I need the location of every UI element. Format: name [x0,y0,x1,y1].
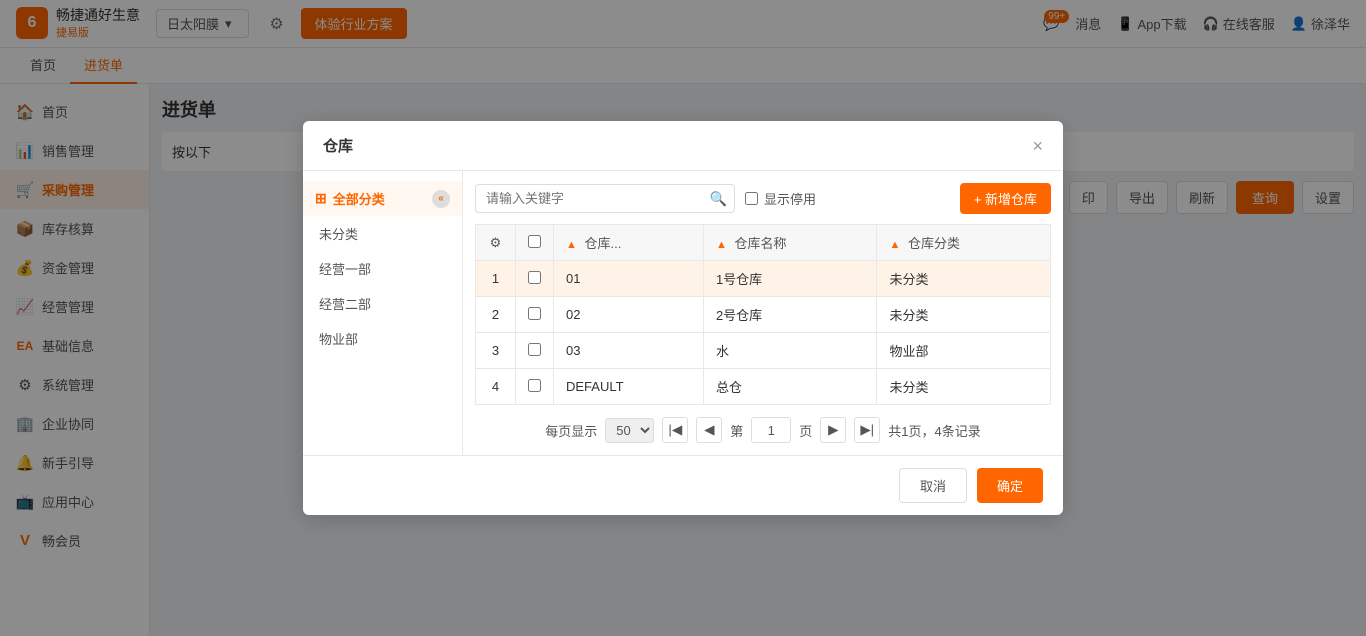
warehouse-modal: 仓库 × ⊞ 全部分类 « 未分类 经营一部 经营二部 物业部 🔍 [303,121,1063,515]
collapse-icon[interactable]: « [432,190,450,208]
row-category: 未分类 [877,369,1051,405]
sort-icon-name: ▲ [716,239,727,251]
row-code: 02 [554,297,704,333]
category-operation1[interactable]: 经营一部 [303,251,462,286]
row-category: 物业部 [877,333,1051,369]
col-settings: ⚙ [476,225,516,261]
confirm-button[interactable]: 确定 [977,468,1043,503]
cancel-button[interactable]: 取消 [899,468,967,503]
warehouse-panel: 🔍 显示停用 + 新增仓库 ⚙ ▲ [463,171,1063,455]
row-checkbox[interactable] [516,261,554,297]
row-code: 01 [554,261,704,297]
col-code: ▲ 仓库... [554,225,704,261]
search-wrap: 🔍 [475,184,735,213]
warehouse-table: ⚙ ▲ 仓库... ▲ 仓库名称 ▲ [475,224,1051,405]
row-num: 3 [476,333,516,369]
row-num: 1 [476,261,516,297]
col-category: ▲ 仓库分类 [877,225,1051,261]
warehouse-toolbar: 🔍 显示停用 + 新增仓库 [475,183,1051,214]
search-icon[interactable]: 🔍 [710,190,727,207]
pagination: 每页显示 50 |◀ ◀ 第 页 ▶ ▶| 共1页，4条记录 [475,417,1051,443]
first-page-button[interactable]: |◀ [662,417,688,443]
row-checkbox[interactable] [516,369,554,405]
col-checkbox [516,225,554,261]
modal-title: 仓库 [323,135,353,156]
search-input[interactable] [475,184,735,213]
col-name: ▲ 仓库名称 [703,225,877,261]
row-name: 1号仓库 [703,261,877,297]
prev-page-button[interactable]: ◀ [696,417,722,443]
category-unclassified[interactable]: 未分类 [303,216,462,251]
table-row[interactable]: 3 03 水 物业部 [476,333,1051,369]
modal-body: ⊞ 全部分类 « 未分类 经营一部 经营二部 物业部 🔍 显示停用 + [303,171,1063,455]
row-name: 2号仓库 [703,297,877,333]
show-disabled-checkbox[interactable] [745,192,758,205]
table-header: ⚙ ▲ 仓库... ▲ 仓库名称 ▲ [476,225,1051,261]
modal-footer: 取消 确定 [303,455,1063,515]
all-categories[interactable]: ⊞ 全部分类 « [303,181,462,216]
sort-icon-cat: ▲ [889,239,900,251]
per-page-select[interactable]: 50 [605,418,654,443]
grid-icon: ⊞ [315,190,327,207]
category-operation2[interactable]: 经营二部 [303,286,462,321]
select-all-checkbox[interactable] [528,235,541,248]
table-row[interactable]: 1 01 1号仓库 未分类 [476,261,1051,297]
row-checkbox[interactable] [516,297,554,333]
row-code: DEFAULT [554,369,704,405]
category-panel: ⊞ 全部分类 « 未分类 经营一部 经营二部 物业部 [303,171,463,455]
add-warehouse-button[interactable]: + 新增仓库 [960,183,1051,214]
row-name: 总仓 [703,369,877,405]
modal-close-button[interactable]: × [1032,137,1043,155]
row-code: 03 [554,333,704,369]
table-row[interactable]: 4 DEFAULT 总仓 未分类 [476,369,1051,405]
last-page-button[interactable]: ▶| [854,417,880,443]
table-body: 1 01 1号仓库 未分类 2 02 2号仓库 未分类 3 [476,261,1051,405]
sort-icon: ▲ [566,239,577,251]
modal-header: 仓库 × [303,121,1063,171]
row-num: 2 [476,297,516,333]
row-checkbox[interactable] [516,333,554,369]
table-row[interactable]: 2 02 2号仓库 未分类 [476,297,1051,333]
show-disabled-label: 显示停用 [745,189,816,208]
next-page-button[interactable]: ▶ [820,417,846,443]
row-name: 水 [703,333,877,369]
row-num: 4 [476,369,516,405]
page-input[interactable] [751,417,791,443]
row-category: 未分类 [877,261,1051,297]
row-category: 未分类 [877,297,1051,333]
category-property[interactable]: 物业部 [303,321,462,356]
